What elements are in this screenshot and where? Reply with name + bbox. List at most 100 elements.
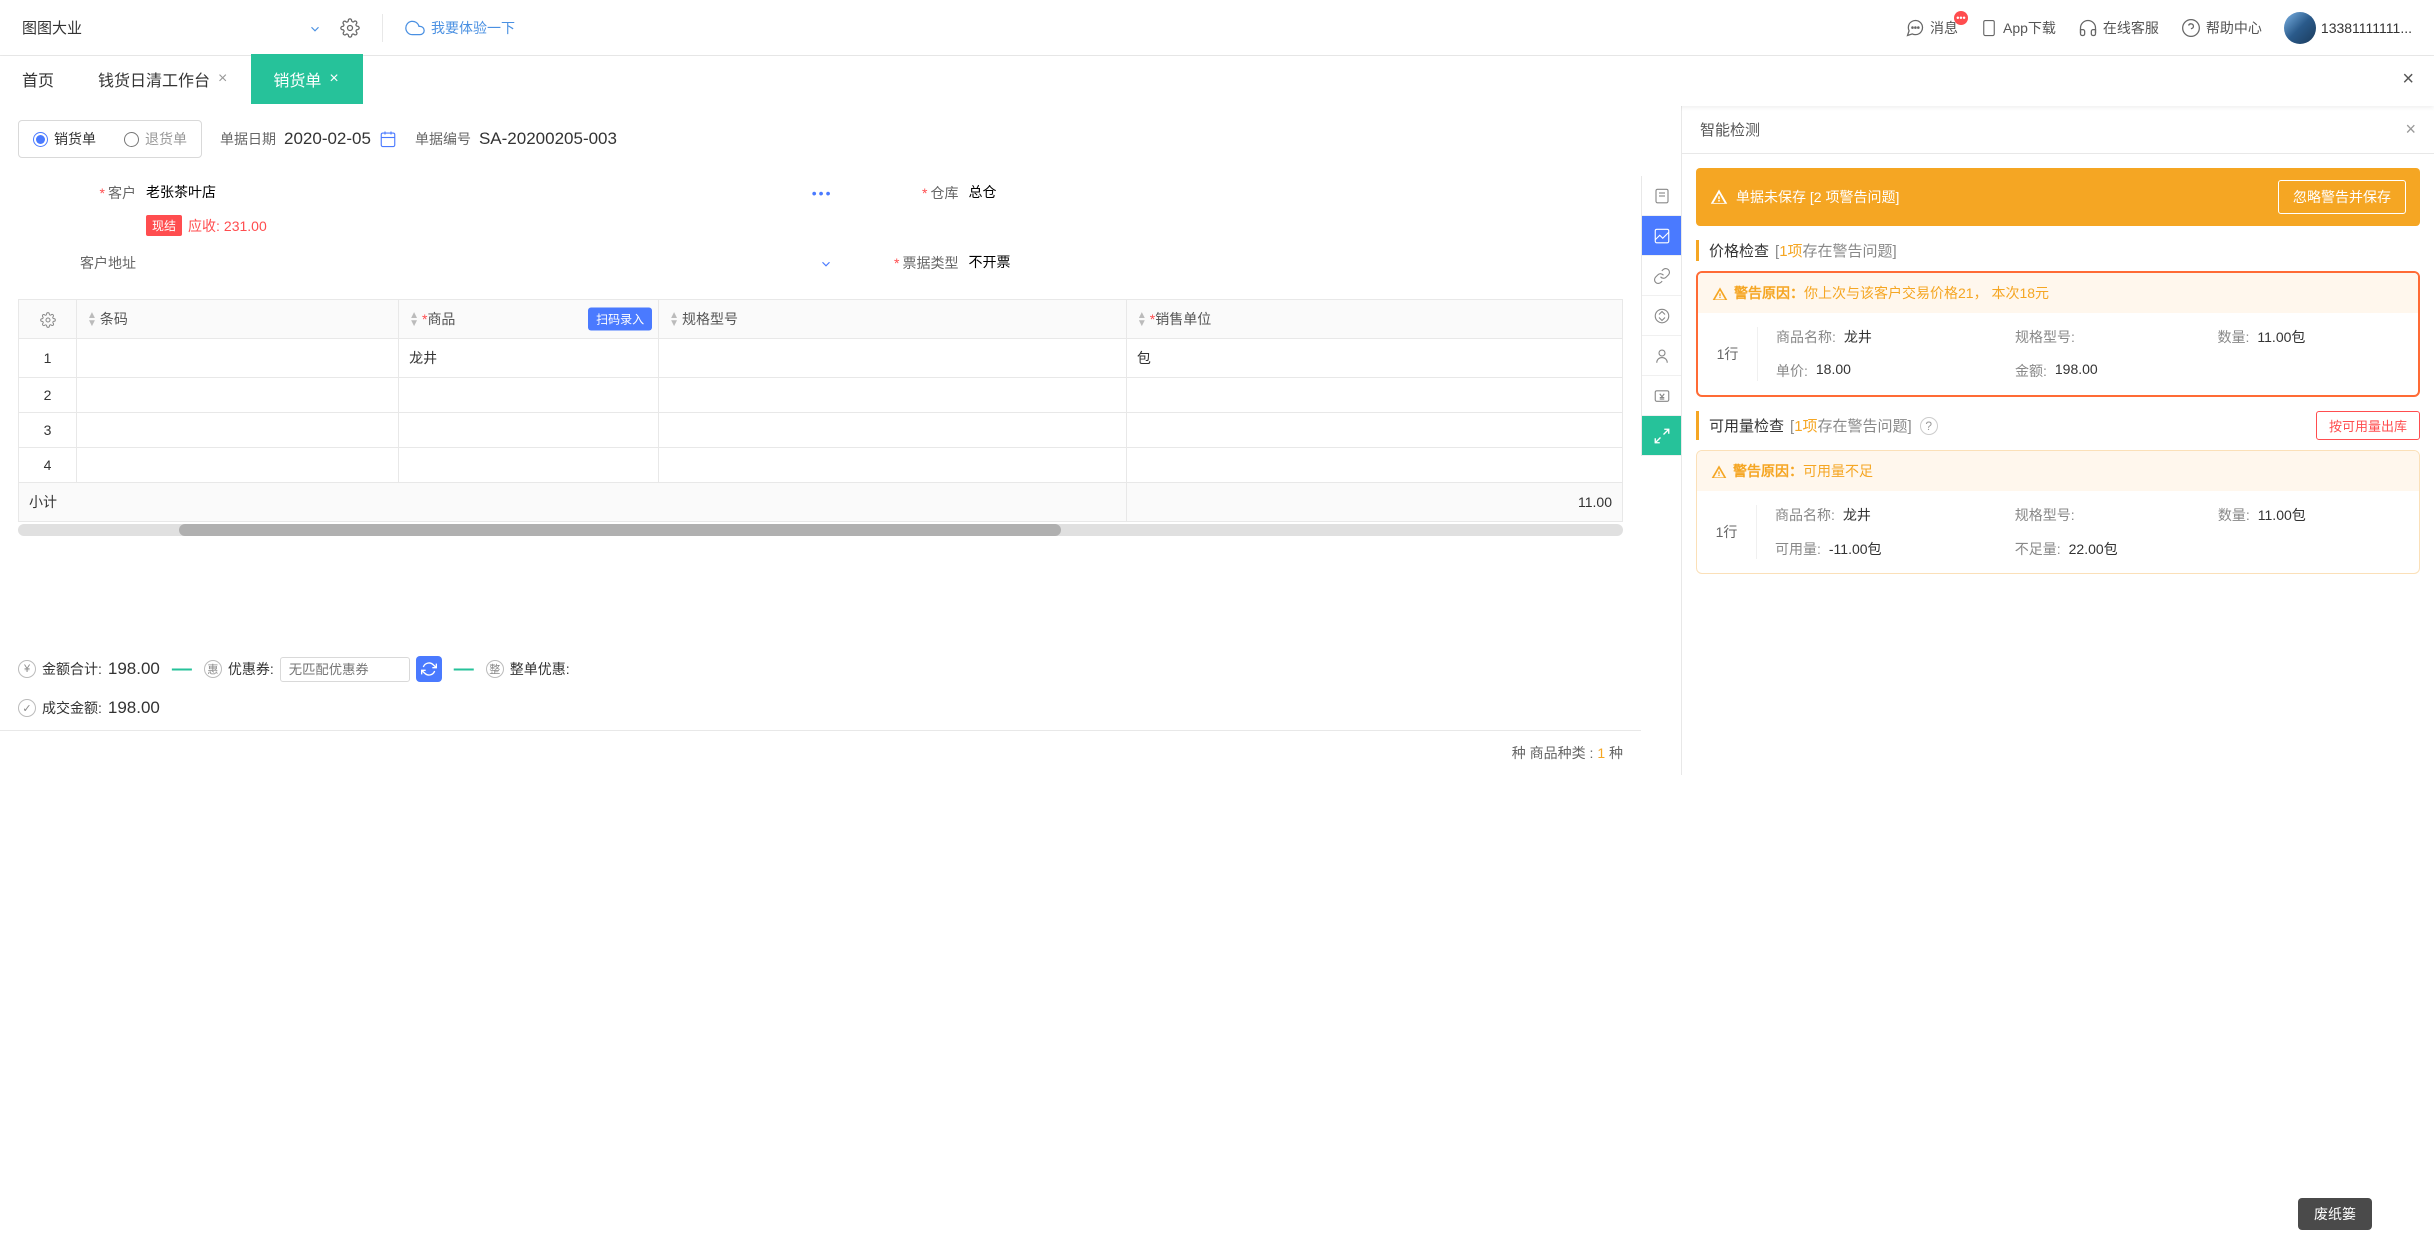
tabs-row: 首页 钱货日清工作台 × 销货单 × × bbox=[0, 56, 2434, 106]
warehouse-input[interactable] bbox=[969, 180, 1664, 205]
smart-check-panel: 智能检测 × 单据未保存 [2 项警告问题] 忽略警告并保存 价格检查 [1项存… bbox=[1681, 106, 2434, 775]
cell-product[interactable]: 龙井 bbox=[399, 339, 659, 378]
table-row[interactable]: 4 bbox=[19, 448, 1623, 483]
stock-check-title: 可用量检查 [1项存在警告问题] ? 按可用量出库 bbox=[1696, 411, 2420, 440]
items-table: ▲▼条码 ▲▼*商品扫码录入 ▲▼规格型号 ▲▼*销售单位 1 龙井 包2 3 … bbox=[18, 299, 1623, 522]
date-value[interactable]: 2020-02-05 bbox=[284, 129, 371, 149]
cell-spec[interactable] bbox=[659, 339, 1127, 378]
cell-barcode[interactable] bbox=[77, 378, 399, 413]
settle-tag: 现结 bbox=[146, 215, 182, 236]
company-selector[interactable]: 图图大业 bbox=[22, 17, 322, 38]
headset-icon bbox=[2078, 17, 2098, 38]
cell-barcode[interactable] bbox=[77, 448, 399, 483]
sidebar-link-icon[interactable] bbox=[1642, 256, 1681, 296]
amount-value: 198.00 bbox=[108, 659, 160, 679]
address-label: 客户地址 bbox=[18, 253, 146, 273]
kinds-icon: 种 bbox=[1512, 743, 1526, 763]
panel-body: 单据未保存 [2 项警告问题] 忽略警告并保存 价格检查 [1项存在警告问题] … bbox=[1682, 154, 2434, 775]
sidebar-yen-icon[interactable] bbox=[1642, 376, 1681, 416]
warehouse-label: *仓库 bbox=[841, 183, 969, 203]
invoice-input[interactable] bbox=[969, 250, 1664, 275]
deal-label: 成交金额: bbox=[42, 698, 102, 718]
row-index: 4 bbox=[19, 448, 77, 483]
trash-button[interactable]: 废纸篓 bbox=[2298, 1198, 2372, 1230]
order-discount-label: 整单优惠: bbox=[510, 659, 570, 679]
radio-return[interactable]: 退货单 bbox=[110, 121, 201, 157]
sort-icon: ▲▼ bbox=[1137, 312, 1147, 328]
question-icon bbox=[2181, 17, 2201, 38]
tab-home[interactable]: 首页 bbox=[0, 54, 76, 104]
chevron-down-icon[interactable] bbox=[811, 254, 841, 270]
invoice-label: *票据类型 bbox=[841, 253, 969, 273]
sidebar-expand-icon[interactable] bbox=[1642, 416, 1681, 456]
mobile-icon bbox=[1980, 17, 1998, 38]
cell-spec[interactable] bbox=[659, 378, 1127, 413]
close-icon[interactable]: × bbox=[2405, 119, 2416, 140]
cell-spec[interactable] bbox=[659, 448, 1127, 483]
cell-unit[interactable] bbox=[1126, 413, 1622, 448]
totals: ¥ 金额合计: 198.00 — 惠 优惠券: — 整 整单优惠: bbox=[0, 644, 1641, 730]
close-icon[interactable]: × bbox=[216, 70, 229, 88]
coupon-input[interactable] bbox=[280, 657, 410, 682]
cell-product[interactable] bbox=[399, 413, 659, 448]
radio-sales-input[interactable] bbox=[33, 132, 48, 147]
ignore-save-button[interactable]: 忽略警告并保存 bbox=[2278, 180, 2406, 214]
help-center-link[interactable]: 帮助中心 bbox=[2181, 17, 2262, 38]
stock-action-button[interactable]: 按可用量出库 bbox=[2316, 411, 2420, 440]
app-download-link[interactable]: App下载 bbox=[1980, 17, 2056, 38]
table-row[interactable]: 2 bbox=[19, 378, 1623, 413]
footer: 种 商品种类 : 1 种 bbox=[0, 730, 1641, 775]
divider bbox=[382, 14, 383, 42]
col-unit[interactable]: ▲▼*销售单位 bbox=[1126, 300, 1622, 339]
online-service-link[interactable]: 在线客服 bbox=[2078, 17, 2159, 38]
cell-barcode[interactable] bbox=[77, 339, 399, 378]
date-field: 单据日期 2020-02-05 bbox=[220, 129, 397, 149]
address-input[interactable] bbox=[146, 250, 811, 275]
customer-input[interactable] bbox=[146, 180, 804, 205]
cell-spec[interactable] bbox=[659, 413, 1127, 448]
promo-link[interactable]: 我要体验一下 bbox=[405, 17, 515, 38]
cell-product[interactable] bbox=[399, 378, 659, 413]
notification-badge: ••• bbox=[1954, 11, 1968, 25]
radio-sales[interactable]: 销货单 bbox=[19, 121, 110, 157]
col-product[interactable]: ▲▼*商品扫码录入 bbox=[399, 300, 659, 339]
warning-icon bbox=[1712, 284, 1728, 301]
close-icon[interactable]: × bbox=[327, 70, 340, 88]
form-header: 销货单 退货单 单据日期 2020-02-05 单据编号 SA-20200205… bbox=[0, 106, 1681, 166]
col-barcode[interactable]: ▲▼条码 bbox=[77, 300, 399, 339]
calendar-icon[interactable] bbox=[379, 130, 397, 148]
alert-bar: 单据未保存 [2 项警告问题] 忽略警告并保存 bbox=[1696, 168, 2420, 226]
coupon-label: 优惠券: bbox=[228, 659, 274, 679]
tab-sales[interactable]: 销货单 × bbox=[251, 54, 362, 104]
side-toolbar bbox=[1641, 176, 1681, 456]
messages-link[interactable]: 消息 ••• bbox=[1905, 17, 1958, 38]
help-icon[interactable]: ? bbox=[1920, 417, 1938, 435]
more-icon[interactable]: ••• bbox=[804, 185, 841, 201]
sidebar-chart-icon[interactable] bbox=[1642, 216, 1681, 256]
cell-unit[interactable] bbox=[1126, 448, 1622, 483]
user-menu[interactable]: 13381111111... bbox=[2284, 12, 2412, 44]
table-row[interactable]: 1 龙井 包 bbox=[19, 339, 1623, 378]
yen-icon: ¥ bbox=[18, 660, 36, 678]
sidebar-swap-icon[interactable] bbox=[1642, 296, 1681, 336]
col-spec[interactable]: ▲▼规格型号 bbox=[659, 300, 1127, 339]
cell-barcode[interactable] bbox=[77, 413, 399, 448]
sidebar-doc-icon[interactable] bbox=[1642, 176, 1681, 216]
tab-dashboard[interactable]: 钱货日清工作台 × bbox=[76, 54, 251, 104]
table-row[interactable]: 3 bbox=[19, 413, 1623, 448]
col-settings[interactable] bbox=[19, 300, 77, 339]
date-label: 单据日期 bbox=[220, 129, 276, 149]
refresh-button[interactable] bbox=[416, 656, 442, 682]
gear-icon[interactable] bbox=[340, 17, 360, 38]
scan-button[interactable]: 扫码录入 bbox=[588, 308, 652, 331]
close-all-tabs[interactable]: × bbox=[2382, 68, 2434, 91]
price-warning-box: 警告原因：你上次与该客户交易价格21， 本次18元 1行 商品名称:龙井 规格型… bbox=[1696, 271, 2420, 397]
cell-product[interactable] bbox=[399, 448, 659, 483]
receivable-label: 应收: bbox=[188, 216, 220, 236]
number-value: SA-20200205-003 bbox=[479, 129, 617, 149]
radio-return-input[interactable] bbox=[124, 132, 139, 147]
cell-unit[interactable] bbox=[1126, 378, 1622, 413]
cell-unit[interactable]: 包 bbox=[1126, 339, 1622, 378]
sidebar-person-icon[interactable] bbox=[1642, 336, 1681, 376]
horizontal-scrollbar[interactable] bbox=[18, 524, 1623, 536]
